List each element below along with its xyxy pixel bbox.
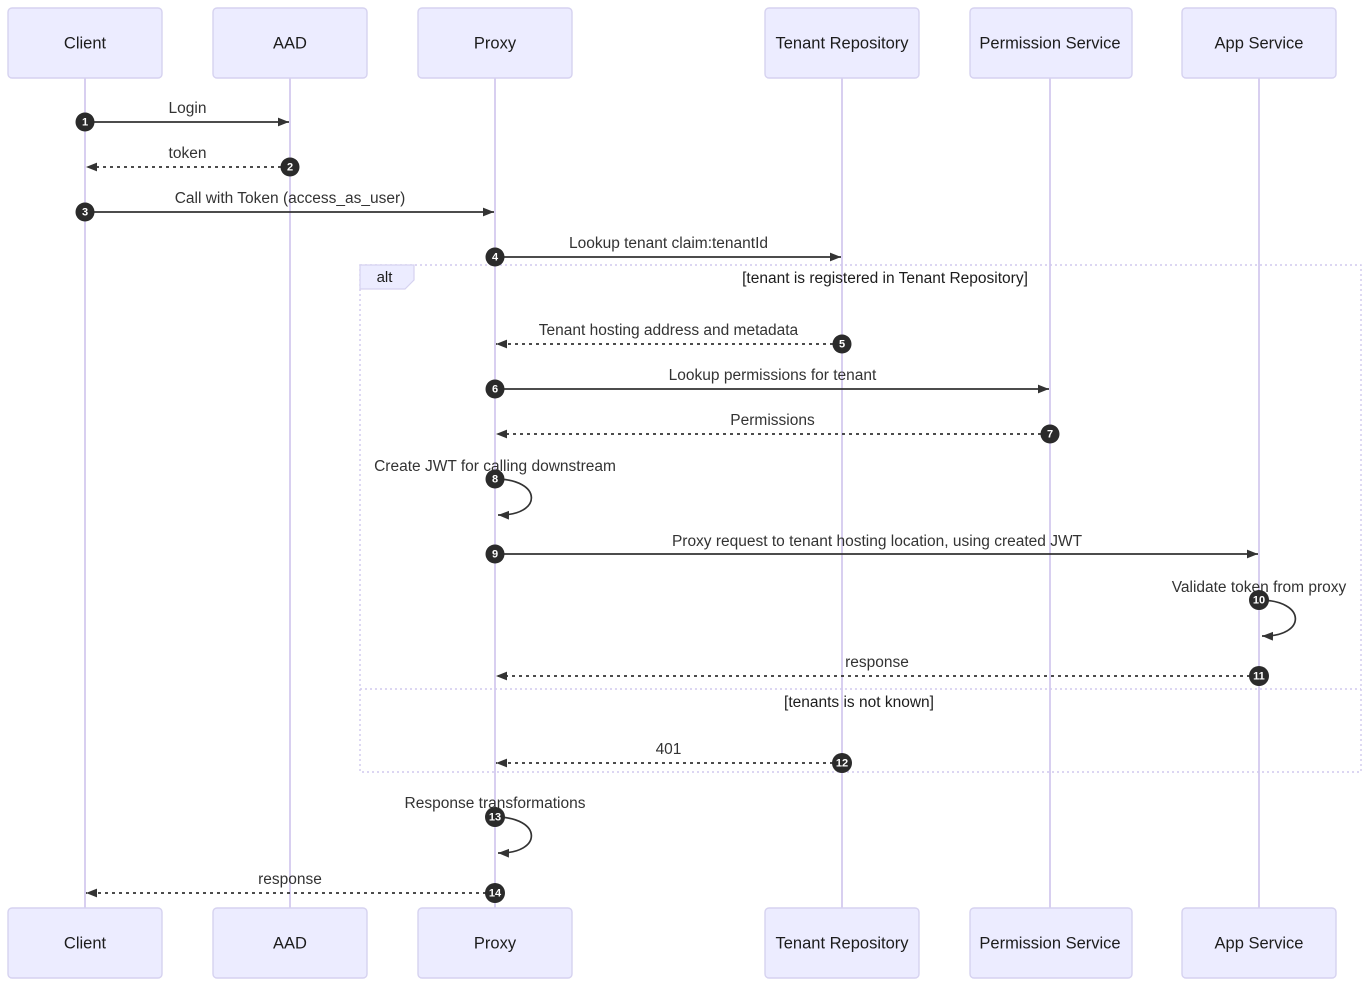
- sequence-diagram-canvas: alt [tenant is registered in Tenant Repos…: [7, 7, 1362, 979]
- message-label: response: [258, 871, 322, 888]
- message-11: response 11: [496, 654, 1269, 686]
- sequence-badge-number: 7: [1047, 429, 1053, 441]
- message-label: Call with Token (access_as_user): [175, 190, 406, 207]
- message-2: token 2: [86, 145, 300, 177]
- message-label: Proxy request to tenant hosting location…: [672, 533, 1083, 550]
- sequence-badge-number: 2: [287, 162, 293, 174]
- participants-layer: Client AAD Proxy Tenant Repository Permissio…: [7, 7, 1337, 979]
- sequence-badge-number: 13: [489, 812, 501, 824]
- message-label: 401: [656, 741, 682, 758]
- messages-layer: Login 1 token 2 Call with Token (access_as_u…: [75, 100, 1347, 903]
- message-label: token: [169, 145, 207, 162]
- participant-app_service-top[interactable]: App Service: [1181, 7, 1337, 79]
- participant-label: AAD: [273, 934, 307, 952]
- participant-label: Tenant Repository: [776, 34, 910, 52]
- alt-fragment: alt [tenant is registered in Tenant Repos…: [359, 264, 1362, 773]
- message-9: Proxy request to tenant hosting location…: [485, 533, 1258, 564]
- sequence-badge-number: 14: [489, 888, 502, 900]
- message-label: Tenant hosting address and metadata: [539, 322, 799, 339]
- message-3: Call with Token (access_as_user) 3: [75, 190, 494, 222]
- participant-permission_service-bottom[interactable]: Permission Service: [969, 907, 1133, 979]
- participant-label: Client: [64, 934, 107, 952]
- participant-label: Permission Service: [979, 934, 1120, 952]
- participant-client-bottom[interactable]: Client: [7, 907, 163, 979]
- participant-label: AAD: [273, 34, 307, 52]
- sequence-badge-number: 10: [1253, 595, 1265, 607]
- message-label: Lookup permissions for tenant: [669, 367, 877, 384]
- message-14: response 14: [86, 871, 505, 903]
- participant-tenant_repository-bottom[interactable]: Tenant Repository: [764, 907, 920, 979]
- alt-condition-label: [tenants is not known]: [784, 694, 934, 711]
- sequence-badge-number: 4: [492, 252, 499, 264]
- message-4: Lookup tenant claim:tenantId 4: [485, 235, 841, 267]
- participant-label: Permission Service: [979, 34, 1120, 52]
- participant-label: Proxy: [474, 934, 517, 952]
- alt-tag-label: alt: [377, 269, 394, 286]
- message-label: Login: [169, 100, 207, 117]
- participant-label: Client: [64, 34, 107, 52]
- sequence-badge-number: 8: [492, 474, 498, 486]
- message-1: Login 1: [75, 100, 289, 132]
- participant-aad-bottom[interactable]: AAD: [212, 907, 368, 979]
- participant-permission_service-top[interactable]: Permission Service: [969, 7, 1133, 79]
- participant-aad-top[interactable]: AAD: [212, 7, 368, 79]
- participant-app_service-bottom[interactable]: App Service: [1181, 907, 1337, 979]
- participant-proxy-top[interactable]: Proxy: [417, 7, 573, 79]
- participant-label: App Service: [1215, 34, 1304, 52]
- participant-client-top[interactable]: Client: [7, 7, 163, 79]
- participant-label: Proxy: [474, 34, 517, 52]
- message-7: Permissions 7: [496, 412, 1060, 444]
- message-12: 401 12: [496, 741, 852, 773]
- participant-label: App Service: [1215, 934, 1304, 952]
- sequence-badge-number: 1: [82, 117, 88, 129]
- sequence-badge-number: 12: [836, 758, 848, 770]
- sequence-diagram: alt [tenant is registered in Tenant Repos…: [0, 0, 1372, 987]
- sequence-badge-number: 11: [1253, 671, 1265, 683]
- sequence-badge-number: 9: [492, 549, 498, 561]
- message-label: Permissions: [730, 412, 815, 429]
- message-6: Lookup permissions for tenant 6: [485, 367, 1049, 399]
- participant-tenant_repository-top[interactable]: Tenant Repository: [764, 7, 920, 79]
- sequence-badge-number: 3: [82, 207, 88, 219]
- participant-proxy-bottom[interactable]: Proxy: [417, 907, 573, 979]
- alt-condition-label: [tenant is registered in Tenant Reposito…: [742, 270, 1028, 287]
- alt-fragments-layer: alt [tenant is registered in Tenant Repos…: [359, 264, 1362, 773]
- message-label: Lookup tenant claim:tenantId: [569, 235, 768, 252]
- participant-label: Tenant Repository: [776, 934, 910, 952]
- sequence-badge-number: 5: [839, 339, 845, 351]
- sequence-badge-number: 6: [492, 384, 498, 396]
- message-label: response: [845, 654, 909, 671]
- message-5: Tenant hosting address and metadata 5: [496, 322, 852, 354]
